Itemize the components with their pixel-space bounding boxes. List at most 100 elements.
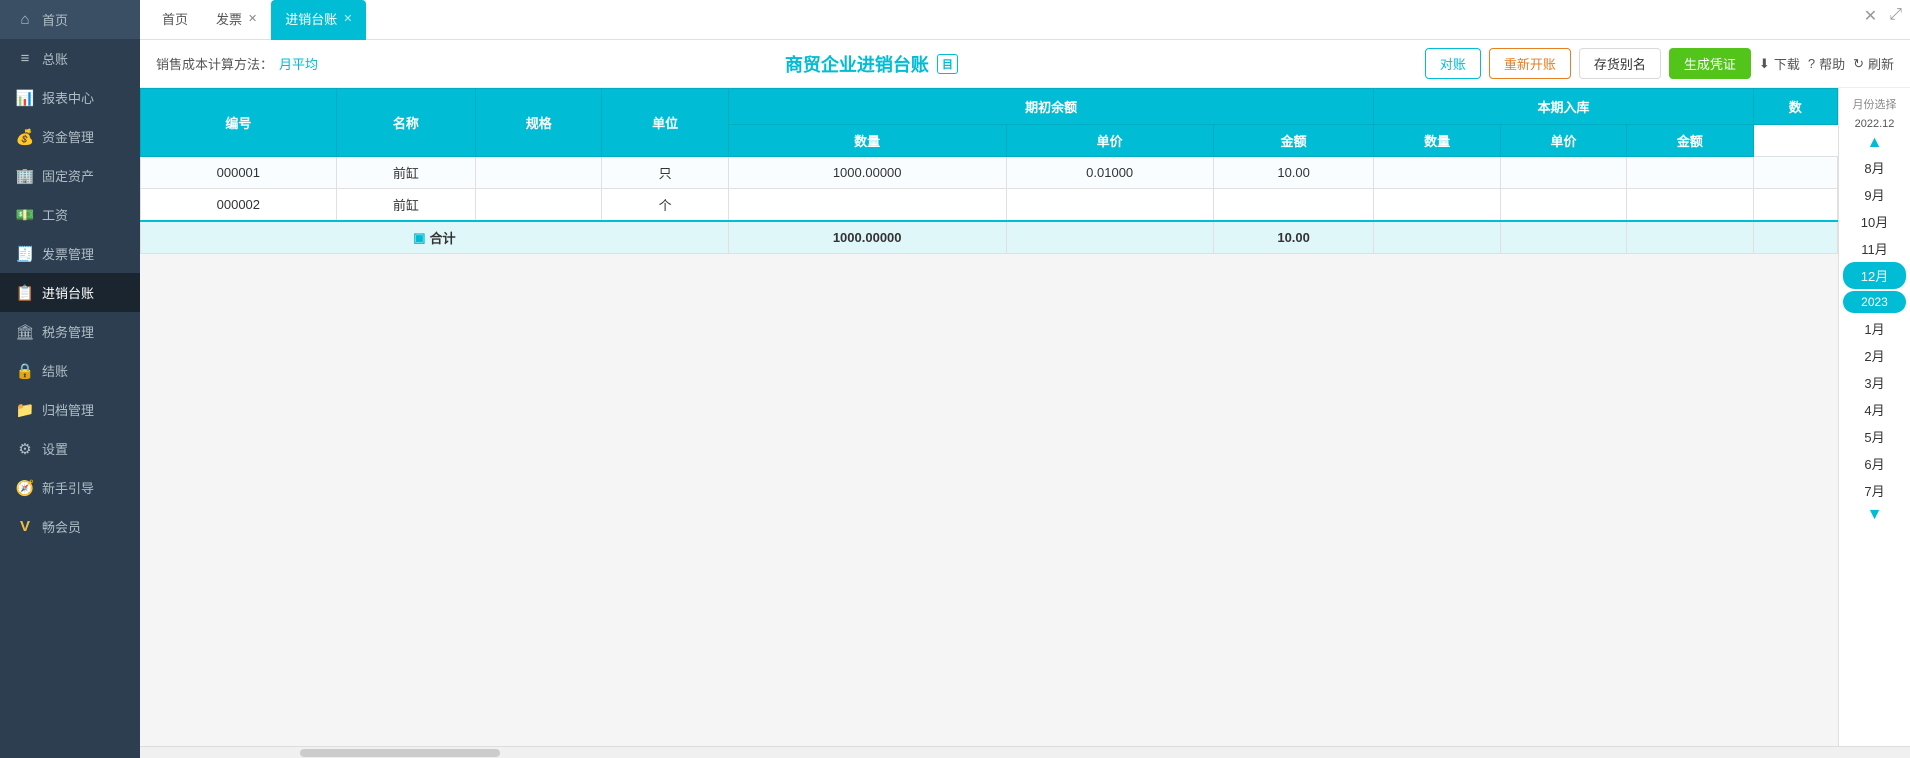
month-item-1[interactable]: 1月 xyxy=(1839,315,1910,342)
col-opening-price: 单价 xyxy=(1006,125,1213,157)
sidebar-item-guide[interactable]: 🧭 新手引导 xyxy=(0,468,140,507)
col-in-price: 单价 xyxy=(1500,125,1626,157)
help-icon: ? xyxy=(1808,56,1815,71)
cell-spec-2 xyxy=(476,189,602,222)
tab-invoice-close[interactable]: ✕ xyxy=(248,12,257,25)
table-total-row: ▣ 合计 1000.00000 10.00 xyxy=(141,221,1838,254)
year-2023-marker: 2023 xyxy=(1843,291,1906,313)
download-label: 下载 xyxy=(1774,54,1800,73)
download-button[interactable]: ⬇ 下载 xyxy=(1759,54,1800,73)
total-extra xyxy=(1753,221,1837,254)
col-extra: 数 xyxy=(1753,89,1837,125)
top-action-row: 销售成本计算方法： 月平均 商贸企业进销台账 目 对账 重新开账 存货别名 生成… xyxy=(140,40,1910,88)
sidebar-item-archive[interactable]: 📁 归档管理 xyxy=(0,390,140,429)
month-item-12[interactable]: 12月 xyxy=(1843,262,1906,289)
cell-extra-2 xyxy=(1753,189,1837,222)
sidebar-item-vip[interactable]: V 畅会员 xyxy=(0,507,140,546)
total-label-cell: ▣ 合计 xyxy=(141,221,729,254)
tab-home[interactable]: 首页 xyxy=(148,0,202,40)
cell-name-1: 前缸 xyxy=(336,157,475,189)
cost-method-label: 销售成本计算方法： xyxy=(156,54,273,73)
sidebar-item-wages[interactable]: 💵 工资 xyxy=(0,195,140,234)
sidebar-label-wages: 工资 xyxy=(42,205,68,224)
tab-inventory-close[interactable]: ✕ xyxy=(343,12,352,25)
sidebar-label-tax: 税务管理 xyxy=(42,322,94,341)
page-title-icon: 目 xyxy=(937,54,958,74)
sidebar-item-home[interactable]: ⌂ 首页 xyxy=(0,0,140,39)
action-buttons: 对账 重新开账 存货别名 生成凭证 ⬇ 下载 ? 帮助 ↻ 刷新 xyxy=(1425,48,1894,79)
month-prev-button[interactable]: ▲ xyxy=(1867,132,1883,154)
month-panel-title: 月份选择 xyxy=(1853,92,1897,116)
month-item-10[interactable]: 10月 xyxy=(1839,208,1910,235)
sidebar-label-invoice-mgmt: 发票管理 xyxy=(42,244,94,263)
cell-spec-1 xyxy=(476,157,602,189)
tab-inventory[interactable]: 进销台账 ✕ xyxy=(271,0,366,40)
horizontal-scrollbar[interactable] xyxy=(140,746,1910,758)
cell-opening-qty-2 xyxy=(728,189,1006,222)
sidebar-label-home: 首页 xyxy=(42,10,68,29)
col-opening-balance: 期初余额 xyxy=(728,89,1374,125)
wages-icon: 💵 xyxy=(16,206,34,224)
ledger-icon: ≡ xyxy=(16,50,34,68)
tab-invoice[interactable]: 发票 ✕ xyxy=(202,0,271,40)
col-opening-qty: 数量 xyxy=(728,125,1006,157)
month-item-2[interactable]: 2月 xyxy=(1839,342,1910,369)
sidebar-item-assets[interactable]: 🏢 固定资产 xyxy=(0,156,140,195)
save-alias-button[interactable]: 存货别名 xyxy=(1579,48,1661,79)
home-icon: ⌂ xyxy=(16,11,34,29)
month-item-8[interactable]: 8月 xyxy=(1839,154,1910,181)
inventory-icon: 📋 xyxy=(16,284,34,302)
sidebar-item-inventory[interactable]: 📋 进销台账 xyxy=(0,273,140,312)
col-current-in: 本期入库 xyxy=(1374,89,1753,125)
maximize-window-button[interactable]: ⤢ xyxy=(1889,6,1902,26)
year-2022-label: 2022.12 xyxy=(1855,116,1895,132)
month-item-7[interactable]: 7月 xyxy=(1839,477,1910,504)
download-icon: ⬇ xyxy=(1759,56,1770,72)
tab-inventory-label: 进销台账 xyxy=(285,9,337,28)
sidebar-label-vip: 畅会员 xyxy=(42,517,81,536)
refresh-icon: ↻ xyxy=(1853,56,1864,72)
archive-icon: 📁 xyxy=(16,401,34,419)
reports-icon: 📊 xyxy=(16,89,34,107)
scrollbar-thumb[interactable] xyxy=(300,749,500,757)
close-window-button[interactable]: ✕ xyxy=(1864,6,1877,26)
month-item-3[interactable]: 3月 xyxy=(1839,369,1910,396)
sidebar-label-reports: 报表中心 xyxy=(42,88,94,107)
inventory-table: 编号 名称 规格 单位 期初余额 本期入库 数 数量 单价 金额 数量 单价 xyxy=(140,88,1838,254)
sidebar-item-ledger[interactable]: ≡ 总账 xyxy=(0,39,140,78)
cell-opening-amount-1: 10.00 xyxy=(1213,157,1374,189)
sidebar-item-settings[interactable]: ⚙ 设置 xyxy=(0,429,140,468)
sidebar-item-invoice-mgmt[interactable]: 🧾 发票管理 xyxy=(0,234,140,273)
cell-in-qty-1 xyxy=(1374,157,1500,189)
total-opening-qty: 1000.00000 xyxy=(728,221,1006,254)
sidebar-item-tax[interactable]: 🏛 税务管理 xyxy=(0,312,140,351)
help-button[interactable]: ? 帮助 xyxy=(1808,54,1845,73)
month-item-11[interactable]: 11月 xyxy=(1839,235,1910,262)
cell-opening-qty-1: 1000.00000 xyxy=(728,157,1006,189)
month-item-9[interactable]: 9月 xyxy=(1839,181,1910,208)
sidebar-item-close[interactable]: 🔒 结账 xyxy=(0,351,140,390)
window-controls: ✕ ⤢ xyxy=(1864,6,1902,26)
cell-opening-price-2 xyxy=(1006,189,1213,222)
reopen-button[interactable]: 重新开账 xyxy=(1489,48,1571,79)
cell-opening-amount-2 xyxy=(1213,189,1374,222)
guide-icon: 🧭 xyxy=(16,479,34,497)
sidebar-item-reports[interactable]: 📊 报表中心 xyxy=(0,78,140,117)
cell-number-2: 000002 xyxy=(141,189,337,222)
tab-bar: 首页 发票 ✕ 进销台账 ✕ xyxy=(140,0,1910,40)
sidebar-item-finance[interactable]: 💰 资金管理 xyxy=(0,117,140,156)
sidebar-label-assets: 固定资产 xyxy=(42,166,94,185)
month-item-6[interactable]: 6月 xyxy=(1839,450,1910,477)
cell-unit-2: 个 xyxy=(602,189,728,222)
cell-in-amount-1 xyxy=(1627,157,1753,189)
cell-extra-1 xyxy=(1753,157,1837,189)
month-next-button[interactable]: ▼ xyxy=(1867,504,1883,526)
refresh-label: 刷新 xyxy=(1868,54,1894,73)
generate-voucher-button[interactable]: 生成凭证 xyxy=(1669,48,1751,79)
reconcile-button[interactable]: 对账 xyxy=(1425,48,1481,79)
col-in-amount: 金额 xyxy=(1627,125,1753,157)
refresh-button[interactable]: ↻ 刷新 xyxy=(1853,54,1894,73)
month-item-5[interactable]: 5月 xyxy=(1839,423,1910,450)
month-item-4[interactable]: 4月 xyxy=(1839,396,1910,423)
help-label: 帮助 xyxy=(1819,54,1845,73)
